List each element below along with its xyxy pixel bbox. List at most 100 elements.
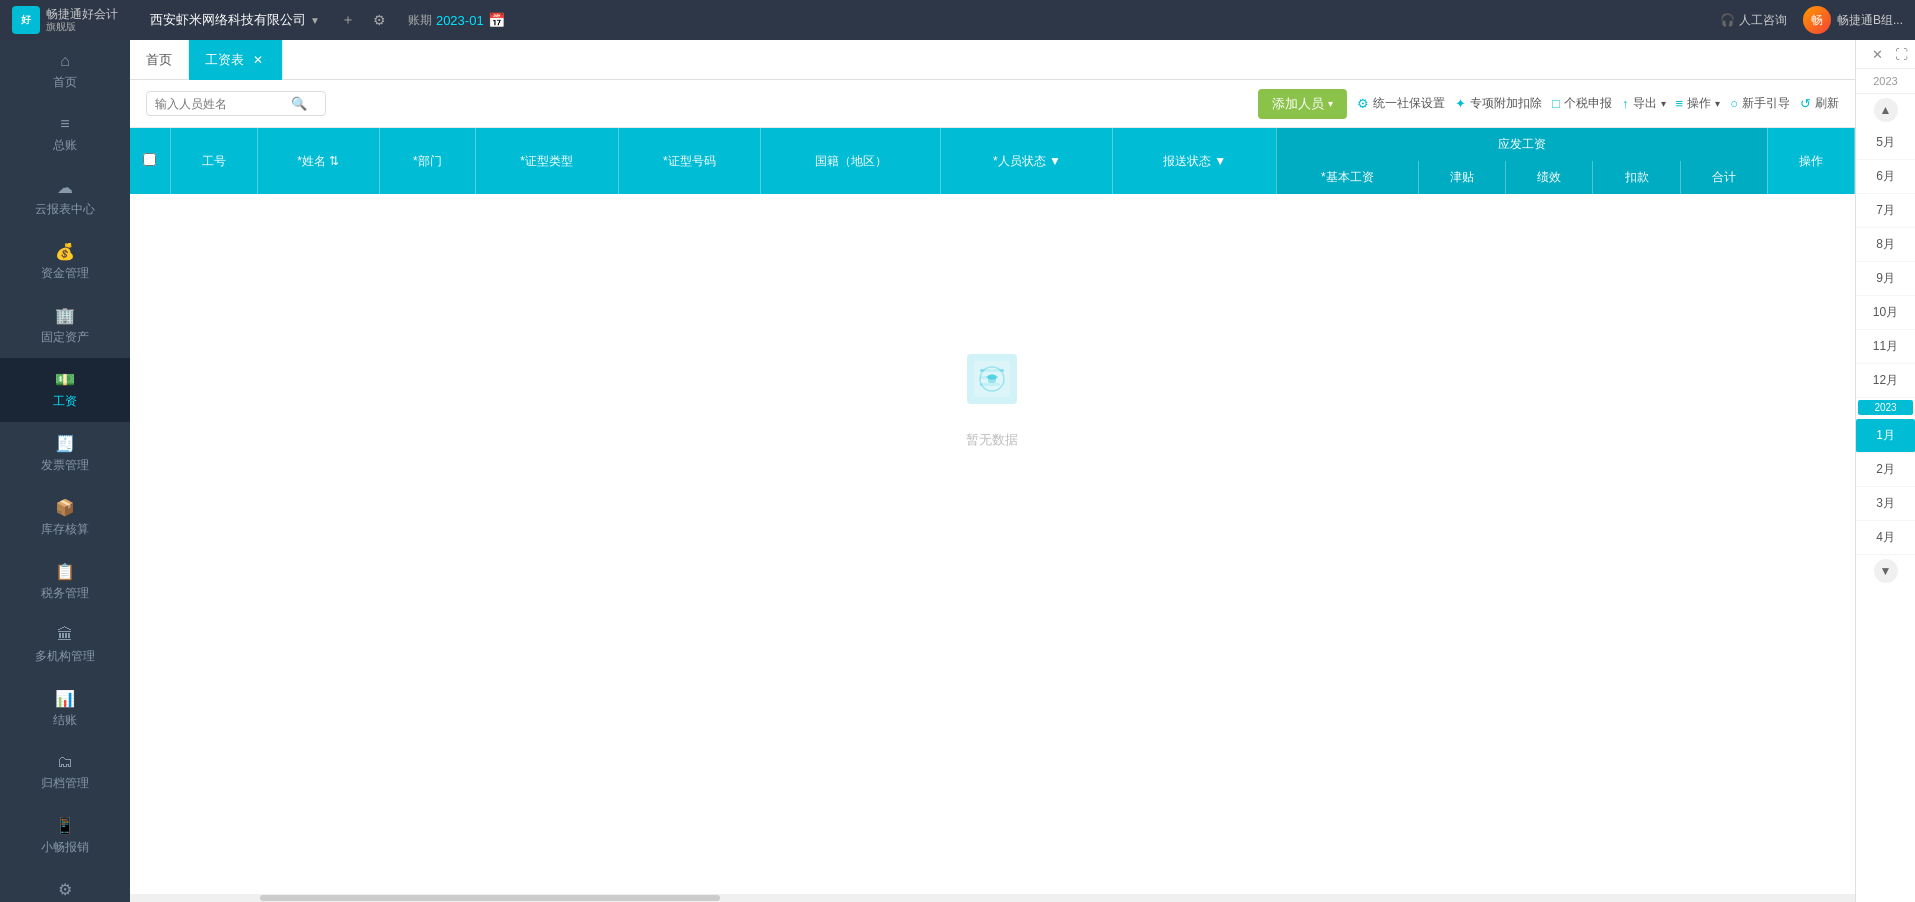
operation-action[interactable]: ≡ 操作 ▾ [1676,95,1721,112]
add-company-button[interactable]: ＋ [336,8,360,32]
header-actions: ＋ ⚙ [336,8,392,32]
search-input[interactable] [155,97,285,111]
th-dept: *部门 [379,128,475,194]
th-id-no: *证型号码 [618,128,761,194]
export-action[interactable]: ↑ 导出 ▾ [1622,95,1666,112]
select-all-checkbox[interactable] [143,153,156,166]
month-item-8[interactable]: 8月 [1856,228,1915,262]
social-insurance-action[interactable]: ⚙ 统一社保设置 [1357,95,1445,112]
sidebar-item-ledger[interactable]: ≡ 总账 [0,103,130,166]
refresh-action[interactable]: ↺ 刷新 [1800,95,1839,112]
settings-icon: ⚙ [58,880,72,899]
current-year-badge: 2023 [1858,400,1913,415]
app-name: 畅捷通好会计 旗舰版 [46,7,118,33]
scrollbar-thumb[interactable] [260,895,720,901]
th-performance: 绩效 [1506,161,1593,194]
table-scrollbar[interactable] [130,894,1855,902]
sidebar-item-invoice[interactable]: 🧾 发票管理 [0,422,130,486]
payroll-table: 工号 *姓名 ⇅ *部门 *证型类型 *证型号码 国籍（地区） *人员状态 ▼ … [130,128,1855,594]
panel-top-buttons: ✕ ⛶ [1856,40,1915,69]
calendar-icon[interactable]: 📅 [488,12,505,28]
sidebar-item-multi-org[interactable]: 🏛 多机构管理 [0,614,130,677]
sidebar-item-cloud-report[interactable]: ☁ 云报表中心 [0,166,130,230]
sidebar-item-payroll[interactable]: 💵 工资 [0,358,130,422]
empty-row: 暂无数据 [130,194,1855,594]
add-person-chevron-icon: ▾ [1328,98,1333,109]
month-item-1[interactable]: 1月 [1856,419,1915,453]
empty-text: 暂无数据 [966,431,1018,449]
th-number: 工号 [170,128,257,194]
month-item-3[interactable]: 3月 [1856,487,1915,521]
export-icon: ↑ [1622,96,1629,111]
sidebar-item-fixed-assets[interactable]: 🏢 固定资产 [0,294,130,358]
toolbar-right: 添加人员 ▾ ⚙ 统一社保设置 ✦ 专项附加扣除 □ 个税申报 ↑ 导出 [1258,89,1839,119]
sidebar-item-close-account[interactable]: 📊 结账 [0,677,130,741]
tab-home[interactable]: 首页 [130,40,189,80]
empty-state: 暂无数据 [130,194,1855,594]
add-person-button[interactable]: 添加人员 ▾ [1258,89,1347,119]
tab-close-payroll[interactable]: ✕ [250,52,266,68]
panel-maximize-button[interactable]: ⛶ [1891,44,1911,64]
sidebar-item-inventory[interactable]: 📦 库存核算 [0,486,130,550]
sidebar-item-expense[interactable]: 📱 小畅报销 [0,804,130,868]
th-status[interactable]: *人员状态 ▼ [941,128,1113,194]
table-header-row1: 工号 *姓名 ⇅ *部门 *证型类型 *证型号码 国籍（地区） *人员状态 ▼ … [130,128,1855,161]
payroll-icon: 💵 [55,370,75,389]
headset-icon: 🎧 [1720,13,1735,27]
user-area[interactable]: 畅 畅捷通B组... [1803,6,1903,34]
sidebar-item-funds[interactable]: 💰 资金管理 [0,230,130,294]
month-item-10[interactable]: 10月 [1856,296,1915,330]
th-salary-group: 应发工资 [1276,128,1767,161]
th-deduction: 扣款 [1593,161,1680,194]
th-name[interactable]: *姓名 ⇅ [257,128,379,194]
panel-nav-down[interactable]: ▼ [1874,559,1898,583]
close-account-icon: 📊 [55,689,75,708]
sidebar-item-home[interactable]: ⌂ 首页 [0,40,130,103]
tab-payroll[interactable]: 工资表 ✕ [189,40,283,80]
funds-icon: 💰 [55,242,75,261]
th-total: 合计 [1680,161,1767,194]
user-name: 畅捷通B组... [1837,12,1903,29]
special-deduction-action[interactable]: ✦ 专项附加扣除 [1455,95,1542,112]
period-value[interactable]: 2023-01 [436,13,484,28]
empty-icon [952,339,1032,419]
tax-report-action[interactable]: □ 个税申报 [1552,95,1612,112]
header-right: 🎧 人工咨询 畅 畅捷通B组... [1720,6,1903,34]
top-header: 好 畅捷通好会计 旗舰版 西安虾米网络科技有限公司 ▼ ＋ ⚙ 账期 2023-… [0,0,1915,40]
sort-name-icon: ⇅ [329,154,339,168]
invoice-icon: 🧾 [55,434,75,453]
toolbar: 🔍 添加人员 ▾ ⚙ 统一社保设置 ✦ 专项附加扣除 □ 个税申报 [130,80,1855,128]
tax-report-icon: □ [1552,96,1560,111]
sidebar-item-tax[interactable]: 📋 税务管理 [0,550,130,614]
expense-icon: 📱 [55,816,75,835]
guide-action[interactable]: ○ 新手引导 [1730,95,1790,112]
search-icon: 🔍 [291,96,307,111]
th-country: 国籍（地区） [761,128,941,194]
sidebar: ⌂ 首页 ≡ 总账 ☁ 云报表中心 💰 资金管理 🏢 固定资产 💵 工资 🧾 发… [0,40,130,902]
company-selector[interactable]: 西安虾米网络科技有限公司 ▼ [142,7,328,33]
panel-close-button[interactable]: ✕ [1867,44,1887,64]
search-wrap: 🔍 [146,91,326,116]
month-item-12[interactable]: 12月 [1856,364,1915,398]
sidebar-item-settings[interactable]: ⚙ 基础设置 [0,868,130,902]
panel-nav-up[interactable]: ▲ [1874,98,1898,122]
month-item-6[interactable]: 6月 [1856,160,1915,194]
tab-bar: 首页 工资表 ✕ [130,40,1855,80]
main-layout: ⌂ 首页 ≡ 总账 ☁ 云报表中心 💰 资金管理 🏢 固定资产 💵 工资 🧾 发… [0,40,1915,902]
month-item-11[interactable]: 11月 [1856,330,1915,364]
month-item-4[interactable]: 4月 [1856,521,1915,555]
right-panel: ✕ ⛶ 2023 ▲ 5月 6月 7月 8月 9月 10月 11月 12月 20… [1855,40,1915,902]
th-report-status[interactable]: 报送状态 ▼ [1113,128,1276,194]
th-checkbox[interactable] [130,128,170,194]
guide-action-icon: ○ [1730,96,1738,111]
settings-button[interactable]: ⚙ [368,8,392,32]
sidebar-item-archive[interactable]: 🗂 归档管理 [0,741,130,804]
app-logo-icon: 好 [12,6,40,34]
month-item-7[interactable]: 7月 [1856,194,1915,228]
support-button[interactable]: 🎧 人工咨询 [1720,12,1787,29]
month-item-2[interactable]: 2月 [1856,453,1915,487]
month-item-9[interactable]: 9月 [1856,262,1915,296]
refresh-icon: ↺ [1800,96,1811,111]
month-item-5[interactable]: 5月 [1856,126,1915,160]
th-base-salary: *基本工资 [1276,161,1419,194]
